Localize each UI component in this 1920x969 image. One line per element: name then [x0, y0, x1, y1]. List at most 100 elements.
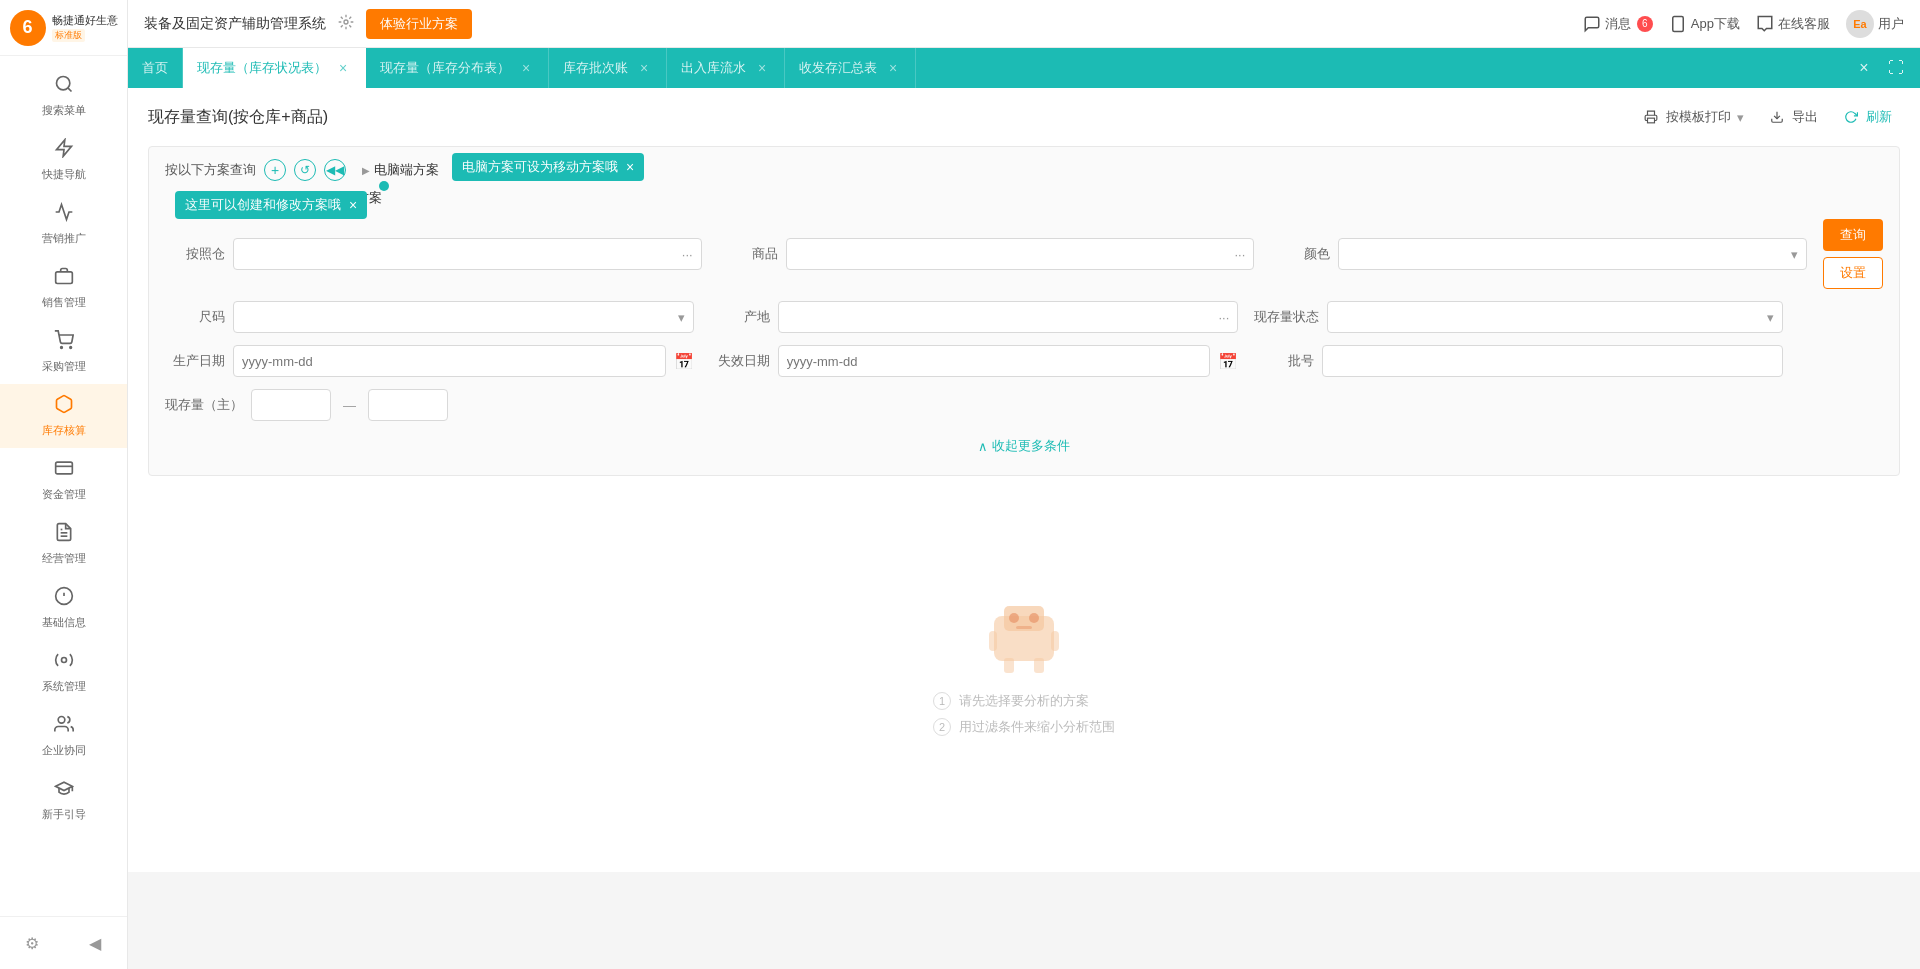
svg-rect-27: [1004, 658, 1014, 673]
sidebar-item-finance[interactable]: 资金管理: [0, 448, 127, 512]
message-btn[interactable]: 消息 6: [1583, 15, 1653, 33]
marketing-icon: [54, 202, 74, 227]
sidebar-item-quick-nav[interactable]: 快捷导航: [0, 128, 127, 192]
system-title: 装备及固定资产辅助管理系统: [144, 15, 326, 33]
warehouse-select[interactable]: ···: [233, 238, 702, 270]
inventory-icon: [54, 394, 74, 419]
tab-close-inventory-dist[interactable]: ×: [518, 60, 534, 76]
product-select[interactable]: ···: [786, 238, 1255, 270]
scheme-dot: [379, 181, 389, 191]
origin-select[interactable]: ···: [778, 301, 1239, 333]
sales-icon: [54, 266, 74, 291]
size-select[interactable]: ▾: [233, 301, 694, 333]
stock-status-select[interactable]: ▾: [1327, 301, 1783, 333]
collapse-sidebar-btn[interactable]: ◀: [81, 929, 109, 957]
scheme-pc[interactable]: ▶ 电脑端方案: [362, 161, 439, 179]
sidebar-item-enterprise[interactable]: 企业协同: [0, 704, 127, 768]
filter-row-1: 按照仓 ··· 商品 ··· 颜色: [165, 219, 1883, 289]
sidebar-item-basic-info[interactable]: 基础信息: [0, 576, 127, 640]
color-select[interactable]: ▾: [1338, 238, 1807, 270]
batch-input[interactable]: [1322, 345, 1783, 377]
logo-icon: 6: [10, 10, 46, 46]
tooltip-pc: 电脑方案可设为移动方案哦 ×: [452, 153, 644, 181]
online-service-btn[interactable]: 在线客服: [1756, 15, 1830, 33]
svg-point-22: [1009, 613, 1019, 623]
sidebar-item-beginner[interactable]: 新手引导: [0, 768, 127, 832]
sidebar-item-system[interactable]: 系统管理: [0, 640, 127, 704]
stock-main-input-end[interactable]: [368, 389, 448, 421]
add-scheme-btn[interactable]: +: [264, 159, 286, 181]
tab-close-batch-ledger[interactable]: ×: [636, 60, 652, 76]
print-btn[interactable]: 按模板打印 ▾: [1636, 104, 1752, 130]
filter-group-batch: 批号: [1254, 345, 1783, 377]
purchase-icon: [54, 330, 74, 355]
tab-bar-right: × ⛶: [1852, 56, 1920, 80]
tab-inout-flow[interactable]: 出入库流水 ×: [667, 48, 785, 88]
empty-step-2: 2 用过滤条件来缩小分析范围: [933, 718, 1115, 736]
sidebar-item-operations[interactable]: 经营管理: [0, 512, 127, 576]
settings-bottom-btn[interactable]: ⚙: [18, 929, 46, 957]
collapse-btn[interactable]: ∧ 收起更多条件: [165, 429, 1883, 463]
logo-text: 畅捷通好生意 标准版: [52, 13, 118, 43]
svg-rect-28: [1034, 658, 1044, 673]
tab-bar: 首页 现存量（库存状况表） × 现存量（库存分布表） × 库存批次账 × 出入库…: [128, 48, 1920, 88]
page-title: 现存量查询(按仓库+商品): [148, 107, 328, 128]
empty-step-1: 1 请先选择要分析的方案: [933, 692, 1089, 710]
tab-fullscreen-btn[interactable]: ⛶: [1884, 56, 1908, 80]
experience-btn[interactable]: 体验行业方案: [366, 9, 472, 39]
filter-row-3: 生产日期 📅 失效日期 📅 批号: [165, 345, 1883, 377]
tooltip-edit-close[interactable]: ×: [349, 197, 357, 213]
tab-close-inout-flow[interactable]: ×: [754, 60, 770, 76]
refresh-btn[interactable]: 刷新: [1836, 104, 1900, 130]
settings-icon-btn[interactable]: [338, 14, 354, 33]
tab-close-all-btn[interactable]: ×: [1852, 56, 1876, 80]
sidebar-item-marketing[interactable]: 营销推广: [0, 192, 127, 256]
sidebar-item-search-menu[interactable]: 搜索菜单: [0, 64, 127, 128]
system-icon: [54, 650, 74, 675]
tab-close-recv-summary[interactable]: ×: [885, 60, 901, 76]
svg-point-0: [56, 77, 69, 90]
search-btn[interactable]: 查询: [1823, 219, 1883, 251]
tab-inventory-status[interactable]: 现存量（库存状况表） ×: [183, 48, 366, 88]
refresh-scheme-btn[interactable]: ↺: [294, 159, 316, 181]
sidebar-bottom: ⚙ ◀: [0, 916, 127, 969]
tab-recv-summary[interactable]: 收发存汇总表 ×: [785, 48, 916, 88]
reset-btn[interactable]: 设置: [1823, 257, 1883, 289]
action-buttons: 查询 设置: [1823, 219, 1883, 289]
sidebar-nav: 搜索菜单 快捷导航 营销推广 销售管理: [0, 56, 127, 916]
prod-date-input[interactable]: [233, 345, 666, 377]
tooltip-pc-close[interactable]: ×: [626, 159, 634, 175]
filter-group-product: 商品 ···: [718, 238, 1255, 270]
svg-point-5: [69, 347, 71, 349]
filter-group-stock-main: 现存量（主） —: [165, 389, 1883, 421]
filter-group-color: 颜色 ▾: [1270, 238, 1807, 270]
empty-state: 1 请先选择要分析的方案 2 用过滤条件来缩小分析范围: [148, 476, 1900, 856]
empty-state-illustration: [974, 596, 1074, 676]
app-download-btn[interactable]: App下载: [1669, 15, 1740, 33]
tab-batch-ledger[interactable]: 库存批次账 ×: [549, 48, 667, 88]
expire-date-calendar-icon[interactable]: 📅: [1218, 352, 1238, 371]
tooltip-edit: 这里可以创建和修改方案哦 ×: [175, 191, 367, 219]
tab-close-inventory-status[interactable]: ×: [335, 60, 351, 76]
tab-home[interactable]: 首页: [128, 48, 183, 88]
stock-main-input[interactable]: [251, 389, 331, 421]
svg-point-23: [1029, 613, 1039, 623]
sidebar-item-purchase[interactable]: 采购管理: [0, 320, 127, 384]
filter-group-origin: 产地 ···: [710, 301, 1239, 333]
svg-rect-26: [1051, 631, 1059, 651]
filter-group-size: 尺码 ▾: [165, 301, 694, 333]
scheme-mobile[interactable]: ▶ 移动端方案 这里可以创建和修改方案哦 ×: [305, 189, 1883, 207]
tab-inventory-dist[interactable]: 现存量（库存分布表） ×: [366, 48, 549, 88]
header: 装备及固定资产辅助管理系统 体验行业方案 消息 6 App下载: [128, 0, 1920, 48]
user-menu-btn[interactable]: Ea 用户: [1846, 10, 1904, 38]
filter-row-4: 现存量（主） —: [165, 389, 1883, 421]
sidebar: 6 畅捷通好生意 标准版 搜索菜单 快捷导航: [0, 0, 128, 969]
filter-group-warehouse: 按照仓 ···: [165, 238, 702, 270]
expire-date-input[interactable]: [778, 345, 1211, 377]
back-btn[interactable]: ◀◀: [324, 159, 346, 181]
sidebar-item-sales[interactable]: 销售管理: [0, 256, 127, 320]
svg-line-1: [67, 88, 71, 92]
prod-date-calendar-icon[interactable]: 📅: [674, 352, 694, 371]
sidebar-item-inventory[interactable]: 库存核算: [0, 384, 127, 448]
export-btn[interactable]: 导出: [1762, 104, 1826, 130]
